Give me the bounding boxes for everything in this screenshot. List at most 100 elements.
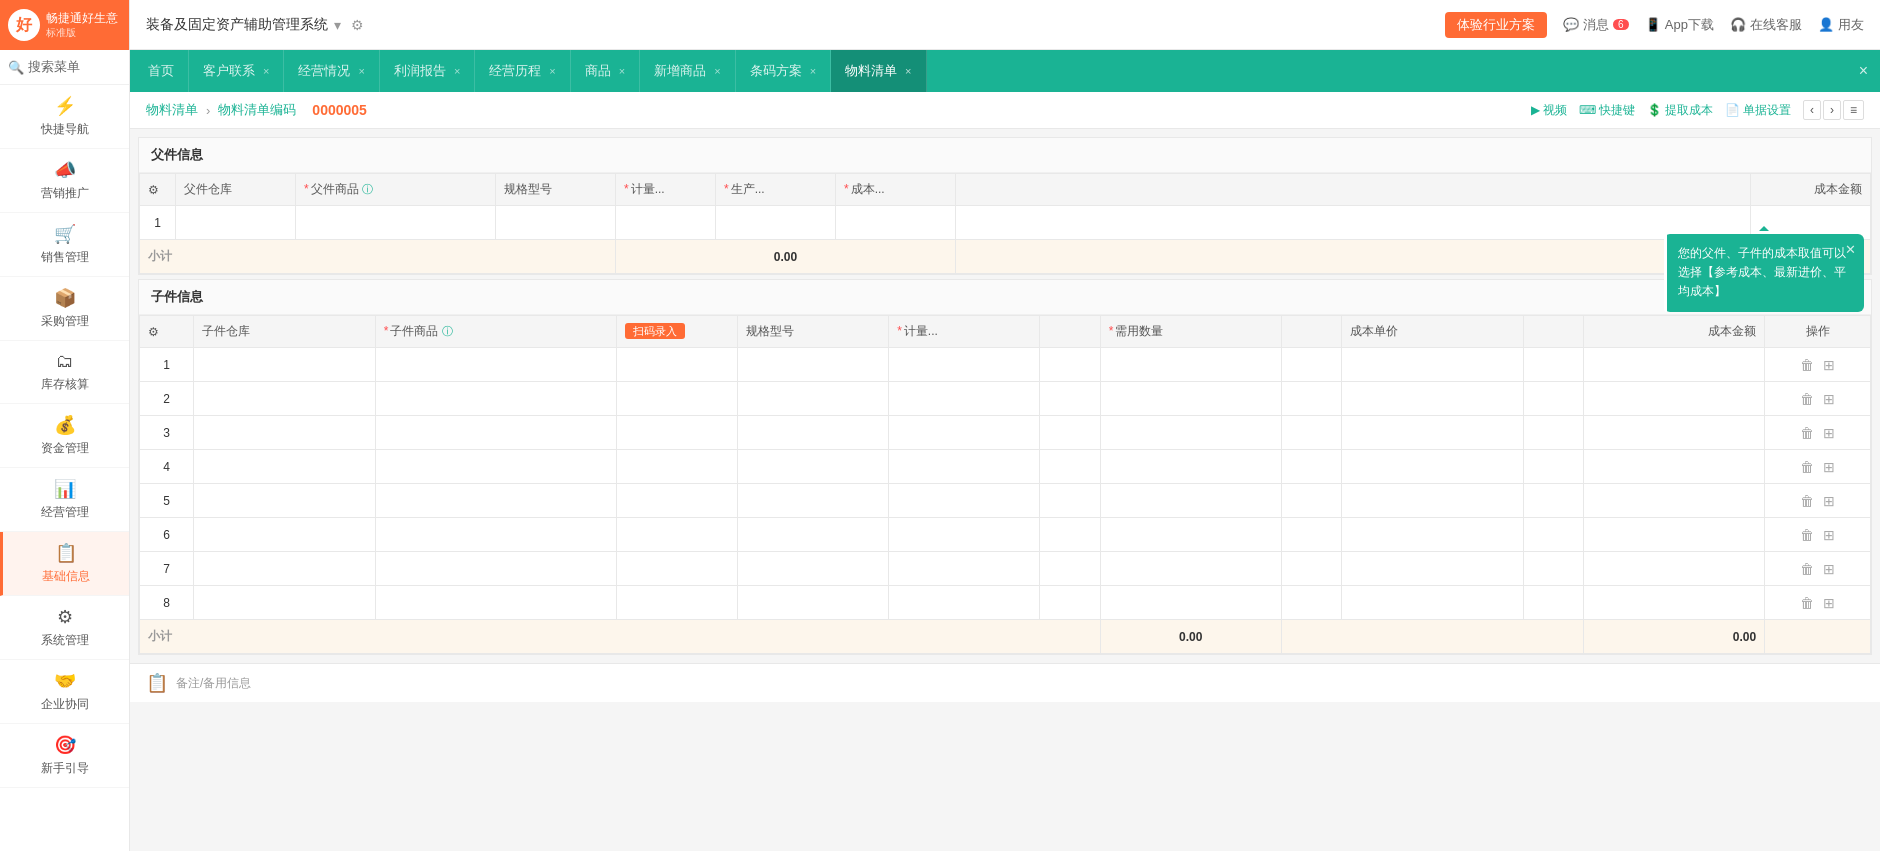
scan-button[interactable]: 扫码录入 — [625, 323, 685, 339]
close-barcode-tab[interactable]: × — [810, 65, 816, 77]
prev-page-button[interactable]: ‹ — [1803, 100, 1821, 120]
child-unit-5[interactable] — [889, 518, 1040, 552]
message-action[interactable]: 💬 消息 6 — [1563, 16, 1629, 34]
child-warehouse-5[interactable] — [194, 518, 375, 552]
close-all-tabs-button[interactable]: × — [1851, 62, 1876, 80]
parent-warehouse-cell[interactable] — [176, 206, 296, 240]
delete-icon-4[interactable]: 🗑 — [1800, 493, 1814, 509]
child-spec-6[interactable] — [738, 552, 889, 586]
child-unit-1[interactable] — [889, 382, 1040, 416]
child-warehouse-0[interactable] — [194, 348, 375, 382]
user-action[interactable]: 👤 用友 — [1818, 16, 1864, 34]
delete-icon-5[interactable]: 🗑 — [1800, 527, 1814, 543]
sidebar-item-nav[interactable]: ⚡ 快捷导航 — [0, 85, 129, 149]
child-qty-1[interactable] — [1100, 382, 1281, 416]
parent-cost-cell[interactable] — [836, 206, 956, 240]
child-unit-cost-3[interactable] — [1342, 450, 1523, 484]
copy-icon-5[interactable]: ⊞ — [1823, 527, 1835, 543]
search-menu-item[interactable]: 🔍 搜索菜单 — [0, 50, 129, 85]
next-page-button[interactable]: › — [1823, 100, 1841, 120]
close-profit-tab[interactable]: × — [454, 65, 460, 77]
child-qty-7[interactable] — [1100, 586, 1281, 620]
sidebar-item-system[interactable]: ⚙ 系统管理 — [0, 596, 129, 660]
copy-icon-3[interactable]: ⊞ — [1823, 459, 1835, 475]
settings-icon[interactable]: ⚙ — [351, 17, 364, 33]
close-customer-tab[interactable]: × — [263, 65, 269, 77]
child-goods-7[interactable] — [375, 586, 617, 620]
child-unit-cost-0[interactable] — [1342, 348, 1523, 382]
tab-customer[interactable]: 客户联系 × — [189, 50, 284, 92]
close-new-goods-tab[interactable]: × — [714, 65, 720, 77]
copy-icon-2[interactable]: ⊞ — [1823, 425, 1835, 441]
breadcrumb-bom[interactable]: 物料清单 — [146, 101, 198, 119]
child-unit-cost-7[interactable] — [1342, 586, 1523, 620]
copy-icon-0[interactable]: ⊞ — [1823, 357, 1835, 373]
gear-icon[interactable]: ⚙ — [148, 183, 159, 197]
child-unit-cost-1[interactable] — [1342, 382, 1523, 416]
child-unit-3[interactable] — [889, 450, 1040, 484]
dropdown-arrow-icon[interactable]: ▾ — [334, 17, 341, 33]
view-action[interactable]: ▶ 视频 — [1531, 102, 1567, 119]
trial-button[interactable]: 体验行业方案 — [1445, 12, 1547, 38]
child-unit-2[interactable] — [889, 416, 1040, 450]
cost-action[interactable]: 💲 提取成本 — [1647, 102, 1713, 119]
child-qty-4[interactable] — [1100, 484, 1281, 518]
child-goods-0[interactable] — [375, 348, 617, 382]
child-spec-4[interactable] — [738, 484, 889, 518]
tab-bom[interactable]: 物料清单 × — [831, 50, 926, 92]
child-gear-icon[interactable]: ⚙ — [148, 325, 159, 339]
sidebar-item-finance[interactable]: 💰 资金管理 — [0, 404, 129, 468]
child-spec-2[interactable] — [738, 416, 889, 450]
copy-icon-4[interactable]: ⊞ — [1823, 493, 1835, 509]
tab-new-goods[interactable]: 新增商品 × — [640, 50, 735, 92]
sidebar-item-operations[interactable]: 📊 经营管理 — [0, 468, 129, 532]
child-unit-cost-6[interactable] — [1342, 552, 1523, 586]
child-unit-7[interactable] — [889, 586, 1040, 620]
child-warehouse-1[interactable] — [194, 382, 375, 416]
child-unit-4[interactable] — [889, 484, 1040, 518]
delete-icon-7[interactable]: 🗑 — [1800, 595, 1814, 611]
close-operations-tab[interactable]: × — [358, 65, 364, 77]
child-goods-4[interactable] — [375, 484, 617, 518]
tab-barcode[interactable]: 条码方案 × — [736, 50, 831, 92]
tooltip-close-button[interactable]: ✕ — [1845, 240, 1856, 261]
child-goods-1[interactable] — [375, 382, 617, 416]
child-goods-5[interactable] — [375, 518, 617, 552]
child-unit-6[interactable] — [889, 552, 1040, 586]
list-view-button[interactable]: ≡ — [1843, 100, 1864, 120]
child-unit-0[interactable] — [889, 348, 1040, 382]
close-bom-tab[interactable]: × — [905, 65, 911, 77]
sidebar-item-sales[interactable]: 🛒 销售管理 — [0, 213, 129, 277]
copy-icon-7[interactable]: ⊞ — [1823, 595, 1835, 611]
child-unit-cost-4[interactable] — [1342, 484, 1523, 518]
child-goods-6[interactable] — [375, 552, 617, 586]
tab-history[interactable]: 经营历程 × — [475, 50, 570, 92]
delete-icon-1[interactable]: 🗑 — [1800, 391, 1814, 407]
sidebar-item-marketing[interactable]: 📣 营销推广 — [0, 149, 129, 213]
child-qty-6[interactable] — [1100, 552, 1281, 586]
tab-profit[interactable]: 利润报告 × — [380, 50, 475, 92]
child-spec-1[interactable] — [738, 382, 889, 416]
close-goods-tab[interactable]: × — [619, 65, 625, 77]
settings-action[interactable]: 📄 单据设置 — [1725, 102, 1791, 119]
child-goods-2[interactable] — [375, 416, 617, 450]
child-spec-7[interactable] — [738, 586, 889, 620]
delete-icon-3[interactable]: 🗑 — [1800, 459, 1814, 475]
shortcut-action[interactable]: ⌨ 快捷键 — [1579, 102, 1635, 119]
tab-goods[interactable]: 商品 × — [571, 50, 640, 92]
close-history-tab[interactable]: × — [549, 65, 555, 77]
child-unit-cost-5[interactable] — [1342, 518, 1523, 552]
app-download-action[interactable]: 📱 App下载 — [1645, 16, 1714, 34]
sidebar-item-guide[interactable]: 🎯 新手引导 — [0, 724, 129, 788]
parent-produce-cell[interactable] — [716, 206, 836, 240]
tab-home[interactable]: 首页 — [134, 50, 189, 92]
child-spec-3[interactable] — [738, 450, 889, 484]
child-warehouse-7[interactable] — [194, 586, 375, 620]
copy-icon-6[interactable]: ⊞ — [1823, 561, 1835, 577]
delete-icon-0[interactable]: 🗑 — [1800, 357, 1814, 373]
child-unit-cost-2[interactable] — [1342, 416, 1523, 450]
sidebar-item-purchase[interactable]: 📦 采购管理 — [0, 277, 129, 341]
child-warehouse-2[interactable] — [194, 416, 375, 450]
child-warehouse-4[interactable] — [194, 484, 375, 518]
parent-goods-cell[interactable] — [296, 206, 496, 240]
